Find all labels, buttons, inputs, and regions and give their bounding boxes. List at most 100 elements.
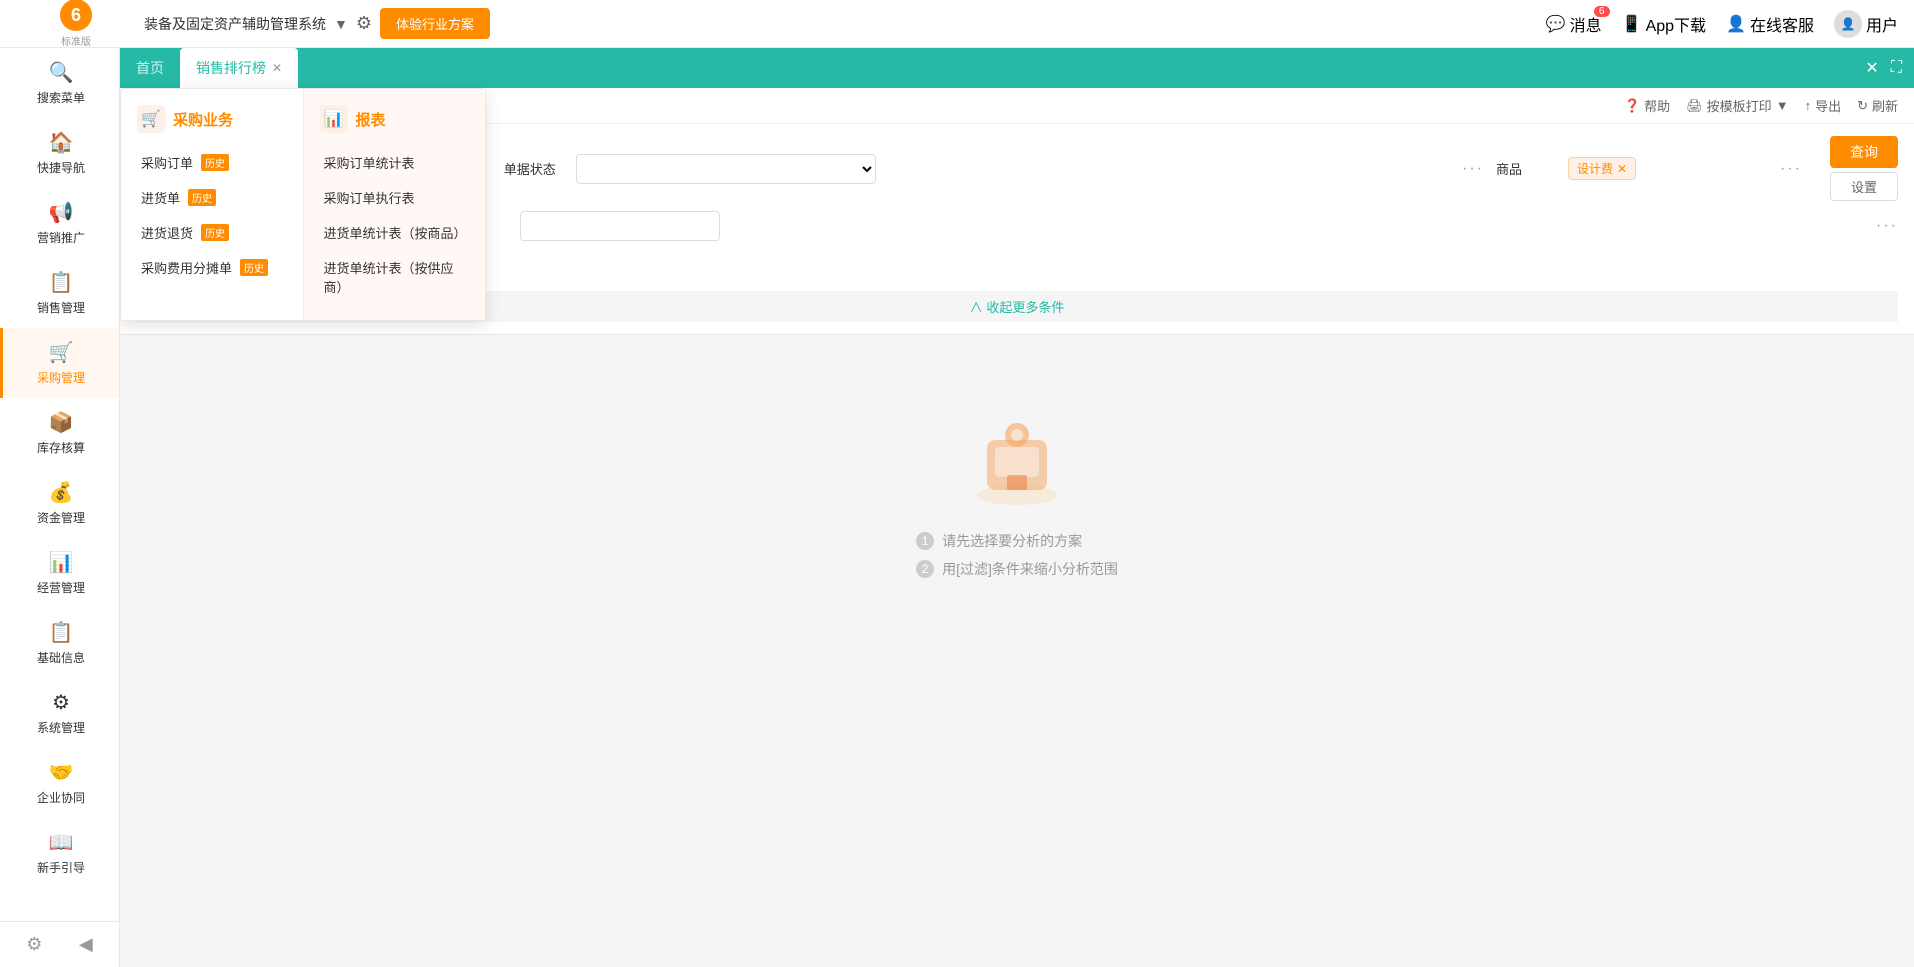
sidebar-item-marketing[interactable]: 📢 营销推广 (0, 188, 119, 258)
content-area: 首页 销售排行榜 ✕ ✕ ⛶ ❓ 帮助 🖨 按模板打印 (120, 48, 1914, 967)
tab-sales-ranking-label: 销售排行榜 (196, 58, 266, 78)
tab-home-label: 首页 (136, 58, 164, 78)
menu-item-purchase-order[interactable]: 采购订单 历史 (137, 145, 287, 180)
top-header: 6 标准版 装备及固定资产辅助管理系统 ▼ ⚙ 体验行业方案 💬 消息 6 📱 … (0, 0, 1914, 48)
document-status-dots[interactable]: ··· (1462, 160, 1484, 178)
sidebar-item-sales[interactable]: 📋 销售管理 (0, 258, 119, 328)
enterprise-icon: 🤝 (49, 760, 74, 785)
user-avatar-item[interactable]: 👤 用户 (1834, 10, 1898, 38)
salesperson-dots[interactable]: ··· (1876, 217, 1898, 235)
tab-close-icon[interactable]: ✕ (272, 61, 282, 75)
guide-icon: 📖 (49, 830, 74, 855)
tab-sales-ranking[interactable]: 销售排行榜 ✕ (180, 48, 298, 88)
goods-tag-text: 设计费 (1577, 160, 1613, 177)
sidebar: 🔍 搜索菜单 🏠 快捷导航 📢 营销推广 📋 销售管理 🛒 采购管理 📦 库存核… (0, 48, 120, 967)
goods-dots[interactable]: ··· (1780, 160, 1802, 178)
menu-label-return: 进货退货 (141, 223, 193, 242)
online-service-item[interactable]: 👤 在线客服 (1726, 12, 1814, 36)
operations-icon: 📊 (49, 550, 74, 575)
menu-item-purchase-order-stats[interactable]: 采购订单统计表 (320, 145, 470, 180)
export-label: 导出 (1815, 96, 1841, 115)
document-status-select[interactable] (576, 154, 876, 184)
menu-item-cost-allocation[interactable]: 采购费用分摊单 历史 (137, 250, 287, 285)
sidebar-label-basic-info: 基础信息 (37, 649, 85, 666)
sidebar-item-search[interactable]: 🔍 搜索菜单 (0, 48, 119, 118)
menu-item-return[interactable]: 进货退货 历史 (137, 215, 287, 250)
tip-text-1: 请先选择要分析的方案 (942, 531, 1082, 551)
sidebar-label-purchase: 采购管理 (37, 369, 85, 386)
menu-label-purchase-order: 采购订单 (141, 153, 193, 172)
history-badge-incoming: 历史 (188, 189, 216, 206)
tip-num-1: 1 (916, 532, 934, 550)
sidebar-label-system: 系统管理 (37, 719, 85, 736)
message-icon: 💬 (1546, 14, 1566, 34)
tab-bar-expand-icon[interactable]: ⛶ (1891, 59, 1902, 77)
system-title: 装备及固定资产辅助管理系统 ▼ ⚙ 体验行业方案 (136, 8, 1546, 39)
message-icon-item[interactable]: 💬 消息 6 (1546, 12, 1602, 36)
menu-label-incoming: 进货单 (141, 188, 180, 207)
purchase-menu-icon: 🛒 (137, 105, 165, 133)
settings-bottom-icon[interactable]: ⚙ (26, 934, 42, 955)
tab-home[interactable]: 首页 (120, 48, 180, 88)
help-label: 帮助 (1644, 96, 1670, 115)
sidebar-item-system[interactable]: ⚙ 系统管理 (0, 678, 119, 748)
empty-svg-icon (957, 415, 1077, 515)
inventory-icon: 📦 (49, 410, 74, 435)
search-icon: 🔍 (49, 60, 74, 85)
collapse-up-icon: ∧ (970, 300, 983, 315)
chevron-down-icon[interactable]: ▼ (334, 16, 348, 32)
export-icon: ↑ (1805, 98, 1812, 113)
empty-illustration (957, 415, 1077, 515)
sidebar-label-marketing: 营销推广 (37, 229, 85, 246)
menu-item-purchase-order-exec[interactable]: 采购订单执行表 (320, 180, 470, 215)
menu-item-incoming-stats-goods[interactable]: 进货单统计表（按商品） (320, 215, 470, 250)
report-menu-icon: 📊 (320, 105, 348, 133)
menu-label-incoming-stats-supplier: 进货单统计表（按供应商） (324, 258, 466, 296)
history-badge-cost: 历史 (240, 259, 268, 276)
sidebar-item-basic-info[interactable]: 📋 基础信息 (0, 608, 119, 678)
app-icon: 📱 (1622, 14, 1642, 34)
menu-item-incoming[interactable]: 进货单 历史 (137, 180, 287, 215)
menu-label-purchase-order-exec: 采购订单执行表 (324, 188, 415, 207)
menu-label-purchase-order-stats: 采购订单统计表 (324, 153, 415, 172)
sidebar-item-operations[interactable]: 📊 经营管理 (0, 538, 119, 608)
basic-info-icon: 📋 (49, 620, 74, 645)
menu-item-incoming-stats-supplier[interactable]: 进货单统计表（按供应商） (320, 250, 470, 304)
print-chevron-icon: ▼ (1776, 98, 1789, 113)
sidebar-item-guide[interactable]: 📖 新手引导 (0, 818, 119, 888)
help-btn[interactable]: ❓ 帮助 (1624, 96, 1670, 115)
app-download-item[interactable]: 📱 App下载 (1622, 12, 1706, 36)
goods-tag-remove[interactable]: ✕ (1617, 162, 1627, 176)
sidebar-item-purchase[interactable]: 🛒 采购管理 (0, 328, 119, 398)
gear-icon[interactable]: ⚙ (356, 13, 372, 34)
sidebar-label-inventory: 库存核算 (37, 439, 85, 456)
settings-btn[interactable]: 设置 (1830, 172, 1898, 201)
industry-btn[interactable]: 体验行业方案 (380, 8, 490, 39)
tab-bar-close-icon[interactable]: ✕ (1865, 58, 1878, 78)
refresh-label: 刷新 (1872, 96, 1898, 115)
sidebar-item-enterprise[interactable]: 🤝 企业协同 (0, 748, 119, 818)
dropdown-report-col: 📊 报表 采购订单统计表 采购订单执行表 进货单统计表（按商品） 进货单统计表（… (303, 89, 486, 320)
print-btn[interactable]: 🖨 按模板打印 ▼ (1686, 96, 1788, 115)
purchase-col-title: 采购业务 (173, 109, 233, 130)
goods-label: 商品 (1496, 159, 1556, 178)
finance-icon: 💰 (49, 480, 74, 505)
tip-text-2: 用[过滤]条件来缩小分析范围 (942, 559, 1118, 579)
sidebar-label-quick-nav: 快捷导航 (37, 159, 85, 176)
export-btn[interactable]: ↑ 导出 (1805, 96, 1842, 115)
sidebar-label-search: 搜索菜单 (37, 89, 85, 106)
logo-text: 标准版 (61, 33, 91, 48)
system-icon: ⚙ (52, 690, 70, 715)
dropdown-purchase-header: 🛒 采购业务 (137, 105, 287, 133)
sidebar-item-quick-nav[interactable]: 🏠 快捷导航 (0, 118, 119, 188)
sidebar-item-finance[interactable]: 💰 资金管理 (0, 468, 119, 538)
menu-label-cost-allocation: 采购费用分摊单 (141, 258, 232, 277)
query-btn[interactable]: 查询 (1830, 136, 1898, 168)
refresh-btn[interactable]: ↻ 刷新 (1857, 96, 1898, 115)
action-buttons: 查询 设置 (1830, 136, 1898, 201)
sidebar-item-inventory[interactable]: 📦 库存核算 (0, 398, 119, 468)
main-layout: 🔍 搜索菜单 🏠 快捷导航 📢 营销推广 📋 销售管理 🛒 采购管理 📦 库存核… (0, 48, 1914, 967)
collapse-sidebar-icon[interactable]: ◀ (79, 934, 93, 955)
salesperson-input[interactable] (520, 211, 720, 241)
sidebar-label-finance: 资金管理 (37, 509, 85, 526)
